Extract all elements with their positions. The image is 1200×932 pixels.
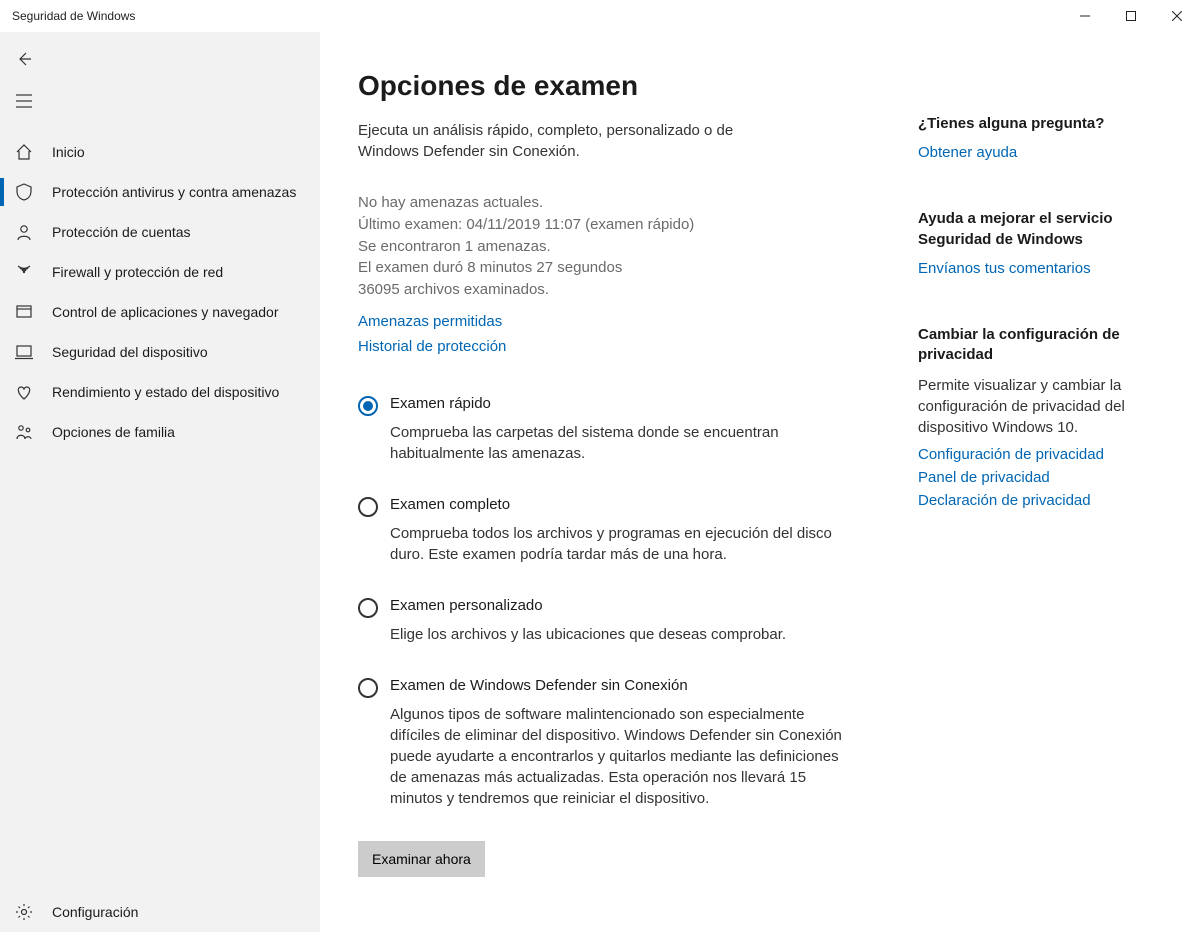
page-subtitle: Ejecuta un análisis rápido, completo, pe… (358, 120, 798, 162)
radio-icon (358, 598, 378, 618)
minimize-icon (1080, 11, 1090, 21)
sidebar-item-label: Configuración (52, 904, 138, 920)
get-help-link[interactable]: Obtener ayuda (918, 144, 1178, 161)
heart-icon (15, 383, 33, 401)
status-found: Se encontraron 1 amenazas. (358, 236, 878, 258)
main-content: Opciones de examen Ejecuta un análisis r… (358, 70, 878, 932)
sidebar-item-home[interactable]: Inicio (0, 132, 320, 172)
status-last-scan: Último examen: 04/11/2019 11:07 (examen … (358, 214, 878, 236)
sidebar-item-label: Seguridad del dispositivo (52, 344, 208, 360)
radio-desc: Comprueba las carpetas del sistema donde… (390, 422, 850, 464)
status-duration: El examen duró 8 minutos 27 segundos (358, 257, 878, 279)
scan-options-group: Examen rápido Comprueba las carpetas del… (358, 395, 878, 809)
sidebar-item-device-security[interactable]: Seguridad del dispositivo (0, 332, 320, 372)
privacy-settings-link[interactable]: Configuración de privacidad (918, 446, 1178, 463)
feedback-link[interactable]: Envíanos tus comentarios (918, 260, 1178, 277)
scan-option-full[interactable]: Examen completo Comprueba todos los arch… (358, 496, 878, 565)
radio-label: Examen rápido (390, 395, 878, 412)
minimize-button[interactable] (1062, 0, 1108, 32)
privacy-text: Permite visualizar y cambiar la configur… (918, 375, 1178, 438)
page-title: Opciones de examen (358, 70, 878, 102)
sidebar-item-label: Control de aplicaciones y navegador (52, 304, 278, 320)
network-icon (15, 263, 33, 281)
radio-label: Examen completo (390, 496, 878, 513)
privacy-statement-link[interactable]: Declaración de privacidad (918, 492, 1178, 509)
maximize-button[interactable] (1108, 0, 1154, 32)
window-title: Seguridad de Windows (12, 9, 135, 23)
titlebar: Seguridad de Windows (0, 0, 1200, 32)
sidebar-item-label: Rendimiento y estado del dispositivo (52, 384, 279, 400)
scan-option-quick[interactable]: Examen rápido Comprueba las carpetas del… (358, 395, 878, 464)
radio-desc: Algunos tipos de software malintencionad… (390, 704, 850, 809)
sidebar-item-label: Opciones de familia (52, 424, 175, 440)
radio-desc: Comprueba todos los archivos y programas… (390, 523, 850, 565)
app-browser-icon (15, 303, 33, 321)
status-no-threats: No hay amenazas actuales. (358, 192, 878, 214)
back-arrow-icon (16, 51, 32, 67)
sidebar-item-app-browser-control[interactable]: Control de aplicaciones y navegador (0, 292, 320, 332)
sidebar-item-family-options[interactable]: Opciones de familia (0, 412, 320, 452)
protection-history-link[interactable]: Historial de protección (358, 338, 878, 355)
back-button[interactable] (0, 38, 320, 80)
hamburger-button[interactable] (0, 80, 320, 122)
radio-desc: Elige los archivos y las ubicaciones que… (390, 624, 850, 645)
home-icon (15, 143, 33, 161)
sidebar-item-account-protection[interactable]: Protección de cuentas (0, 212, 320, 252)
radio-icon (358, 678, 378, 698)
sidebar-item-label: Protección antivirus y contra amenazas (52, 184, 296, 200)
sidebar-item-device-health[interactable]: Rendimiento y estado del dispositivo (0, 372, 320, 412)
sidebar-item-virus-protection[interactable]: Protección antivirus y contra amenazas (0, 172, 320, 212)
radio-label: Examen de Windows Defender sin Conexión (390, 677, 878, 694)
sidebar-item-settings[interactable]: Configuración (0, 892, 320, 932)
maximize-icon (1126, 11, 1136, 21)
improve-section: Ayuda a mejorar el servicio Seguridad de… (918, 209, 1178, 277)
close-button[interactable] (1154, 0, 1200, 32)
radio-icon (358, 396, 378, 416)
person-icon (15, 223, 33, 241)
privacy-dashboard-link[interactable]: Panel de privacidad (918, 469, 1178, 486)
sidebar-item-label: Protección de cuentas (52, 224, 191, 240)
radio-icon (358, 497, 378, 517)
device-icon (15, 343, 33, 361)
scan-status-block: No hay amenazas actuales. Último examen:… (358, 192, 878, 301)
privacy-heading: Cambiar la configuración de privacidad (918, 325, 1178, 366)
sidebar-item-label: Firewall y protección de red (52, 264, 223, 280)
radio-label: Examen personalizado (390, 597, 878, 614)
close-icon (1172, 11, 1182, 21)
improve-heading: Ayuda a mejorar el servicio Seguridad de… (918, 209, 1178, 250)
hamburger-icon (16, 94, 32, 108)
status-files: 36095 archivos examinados. (358, 279, 878, 301)
sidebar-item-label: Inicio (52, 144, 85, 160)
sidebar-item-firewall[interactable]: Firewall y protección de red (0, 252, 320, 292)
family-icon (15, 423, 33, 441)
scan-option-offline[interactable]: Examen de Windows Defender sin Conexión … (358, 677, 878, 809)
scan-option-custom[interactable]: Examen personalizado Elige los archivos … (358, 597, 878, 645)
right-column: ¿Tienes alguna pregunta? Obtener ayuda A… (918, 70, 1178, 932)
privacy-section: Cambiar la configuración de privacidad P… (918, 325, 1178, 510)
allowed-threats-link[interactable]: Amenazas permitidas (358, 313, 878, 330)
help-heading: ¿Tienes alguna pregunta? (918, 114, 1178, 134)
scan-now-button[interactable]: Examinar ahora (358, 841, 485, 877)
help-section: ¿Tienes alguna pregunta? Obtener ayuda (918, 114, 1178, 161)
shield-icon (15, 183, 33, 201)
sidebar: Inicio Protección antivirus y contra ame… (0, 32, 320, 932)
gear-icon (15, 903, 33, 921)
window-controls (1062, 0, 1200, 32)
